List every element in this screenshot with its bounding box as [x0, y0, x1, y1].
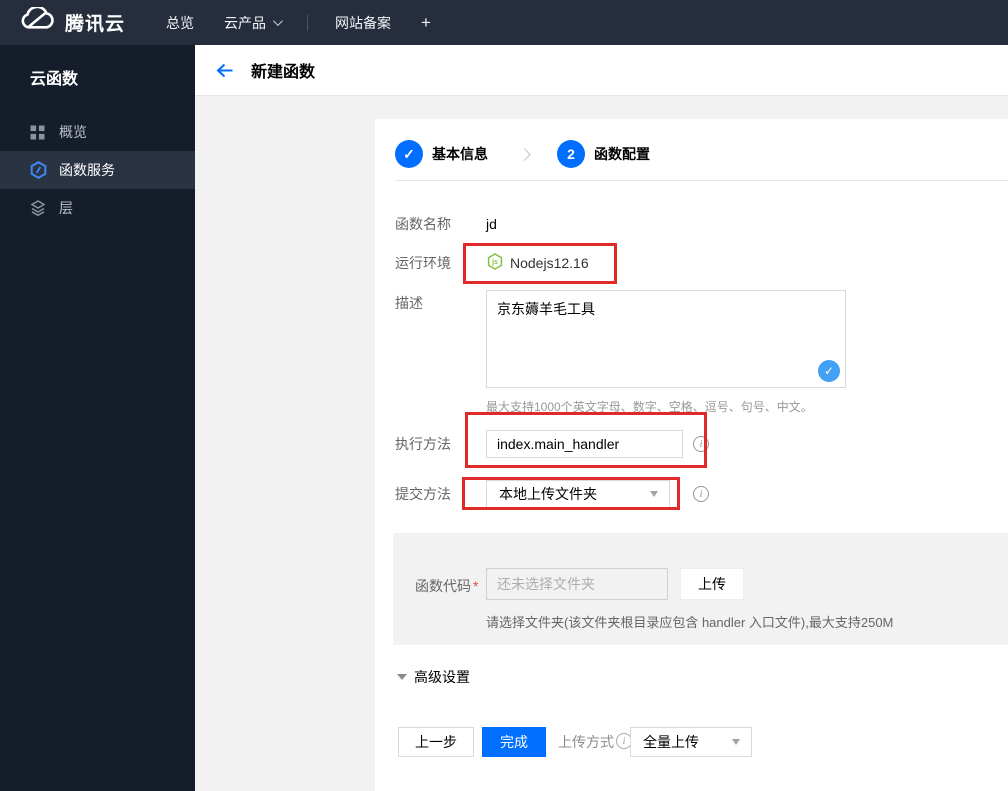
- advanced-settings-toggle[interactable]: 高级设置: [397, 667, 470, 687]
- runtime-value: js Nodejs12.16: [487, 253, 589, 273]
- previous-step-button[interactable]: 上一步: [398, 727, 474, 757]
- page-title: 新建函数: [251, 64, 316, 81]
- submit-method-value: 本地上传文件夹: [499, 486, 597, 502]
- step-chevron-icon: [518, 147, 531, 161]
- function-hexagon-icon: [30, 161, 48, 179]
- finish-button[interactable]: 完成: [482, 727, 546, 757]
- nav-item-beian[interactable]: 网站备案: [320, 0, 406, 45]
- sidebar-item-overview[interactable]: 概览: [0, 113, 195, 151]
- cloud-logo-icon: [18, 5, 56, 38]
- upload-mode-value: 全量上传: [643, 734, 699, 750]
- navbar-links: 总览 云产品 网站备案 +: [151, 0, 446, 45]
- tencent-cloud-logo[interactable]: 腾讯云: [0, 5, 126, 38]
- nav-add-tab-button[interactable]: +: [406, 0, 446, 45]
- triangle-down-icon: [397, 674, 407, 680]
- back-arrow-button[interactable]: [215, 62, 234, 79]
- wizard-steps: 基本信息 2 函数配置: [395, 140, 650, 168]
- content-header: 新建函数: [195, 45, 1008, 96]
- validation-check-icon: [818, 360, 840, 382]
- top-navbar: 腾讯云 总览 云产品 网站备案 +: [0, 0, 1008, 45]
- folder-path-input[interactable]: [486, 568, 668, 600]
- step2-number-circle: 2: [557, 140, 585, 168]
- submit-method-select[interactable]: 本地上传文件夹: [486, 480, 670, 508]
- select-caret-icon: [650, 491, 658, 497]
- sidebar-item-layers[interactable]: 层: [0, 189, 195, 227]
- description-label: 描述: [395, 295, 423, 311]
- nodejs-icon: js: [487, 253, 503, 273]
- function-name-label: 函数名称: [395, 216, 451, 232]
- function-code-section: 函数代码* 上传 请选择文件夹(该文件夹根目录应包含 handler 入口文件)…: [393, 533, 1008, 645]
- advanced-settings-label: 高级设置: [414, 669, 470, 685]
- handler-input[interactable]: [486, 430, 683, 458]
- description-hint: 最大支持1000个英文字母、数字、空格、逗号、句号、中文。: [486, 400, 813, 414]
- function-code-label: 函数代码 *: [415, 578, 479, 594]
- back-arrow-icon: [216, 63, 233, 77]
- upload-button[interactable]: 上传: [680, 568, 744, 600]
- step1-label: 基本信息: [432, 146, 488, 162]
- function-name-value: jd: [486, 216, 497, 232]
- steps-divider: [395, 180, 1008, 181]
- svg-text:js: js: [491, 259, 498, 266]
- select-caret-icon: [732, 739, 740, 745]
- handler-info-icon[interactable]: [693, 436, 709, 452]
- step1-done-circle: [395, 140, 423, 168]
- nav-item-overview[interactable]: 总览: [151, 0, 209, 45]
- brand-name: 腾讯云: [65, 14, 126, 35]
- wizard-card: 基本信息 2 函数配置 函数名称 jd 运行环境 js Nodejs12.16 …: [375, 119, 1008, 791]
- chevron-down-icon: [272, 16, 283, 27]
- submit-method-info-icon[interactable]: [693, 486, 709, 502]
- runtime-label: 运行环境: [395, 255, 451, 271]
- sidebar-item-label: 层: [59, 200, 73, 216]
- runtime-name: Nodejs12.16: [510, 255, 589, 271]
- grid-icon: [30, 125, 48, 140]
- required-asterisk: *: [473, 578, 479, 594]
- function-code-hint: 请选择文件夹(该文件夹根目录应包含 handler 入口文件),最大支持250M: [486, 615, 894, 630]
- check-icon: [403, 146, 415, 163]
- navbar-divider: [307, 14, 309, 31]
- handler-label: 执行方法: [395, 436, 451, 452]
- step2-label: 函数配置: [594, 146, 650, 162]
- sidebar-item-function-service[interactable]: 函数服务: [0, 151, 195, 189]
- description-textarea[interactable]: 京东薅羊毛工具: [486, 290, 846, 388]
- upload-mode-select[interactable]: 全量上传: [630, 727, 752, 757]
- sidebar-item-label: 概览: [59, 124, 87, 140]
- sidebar-item-label: 函数服务: [59, 162, 115, 178]
- sidebar-product-title: 云函数: [30, 71, 79, 88]
- nav-item-products[interactable]: 云产品: [209, 0, 295, 45]
- upload-mode-label: 上传方式: [558, 734, 614, 750]
- layers-icon: [30, 200, 48, 216]
- submit-method-label: 提交方法: [395, 486, 451, 502]
- sidebar: 云函数 概览 函数服务 层: [0, 45, 195, 791]
